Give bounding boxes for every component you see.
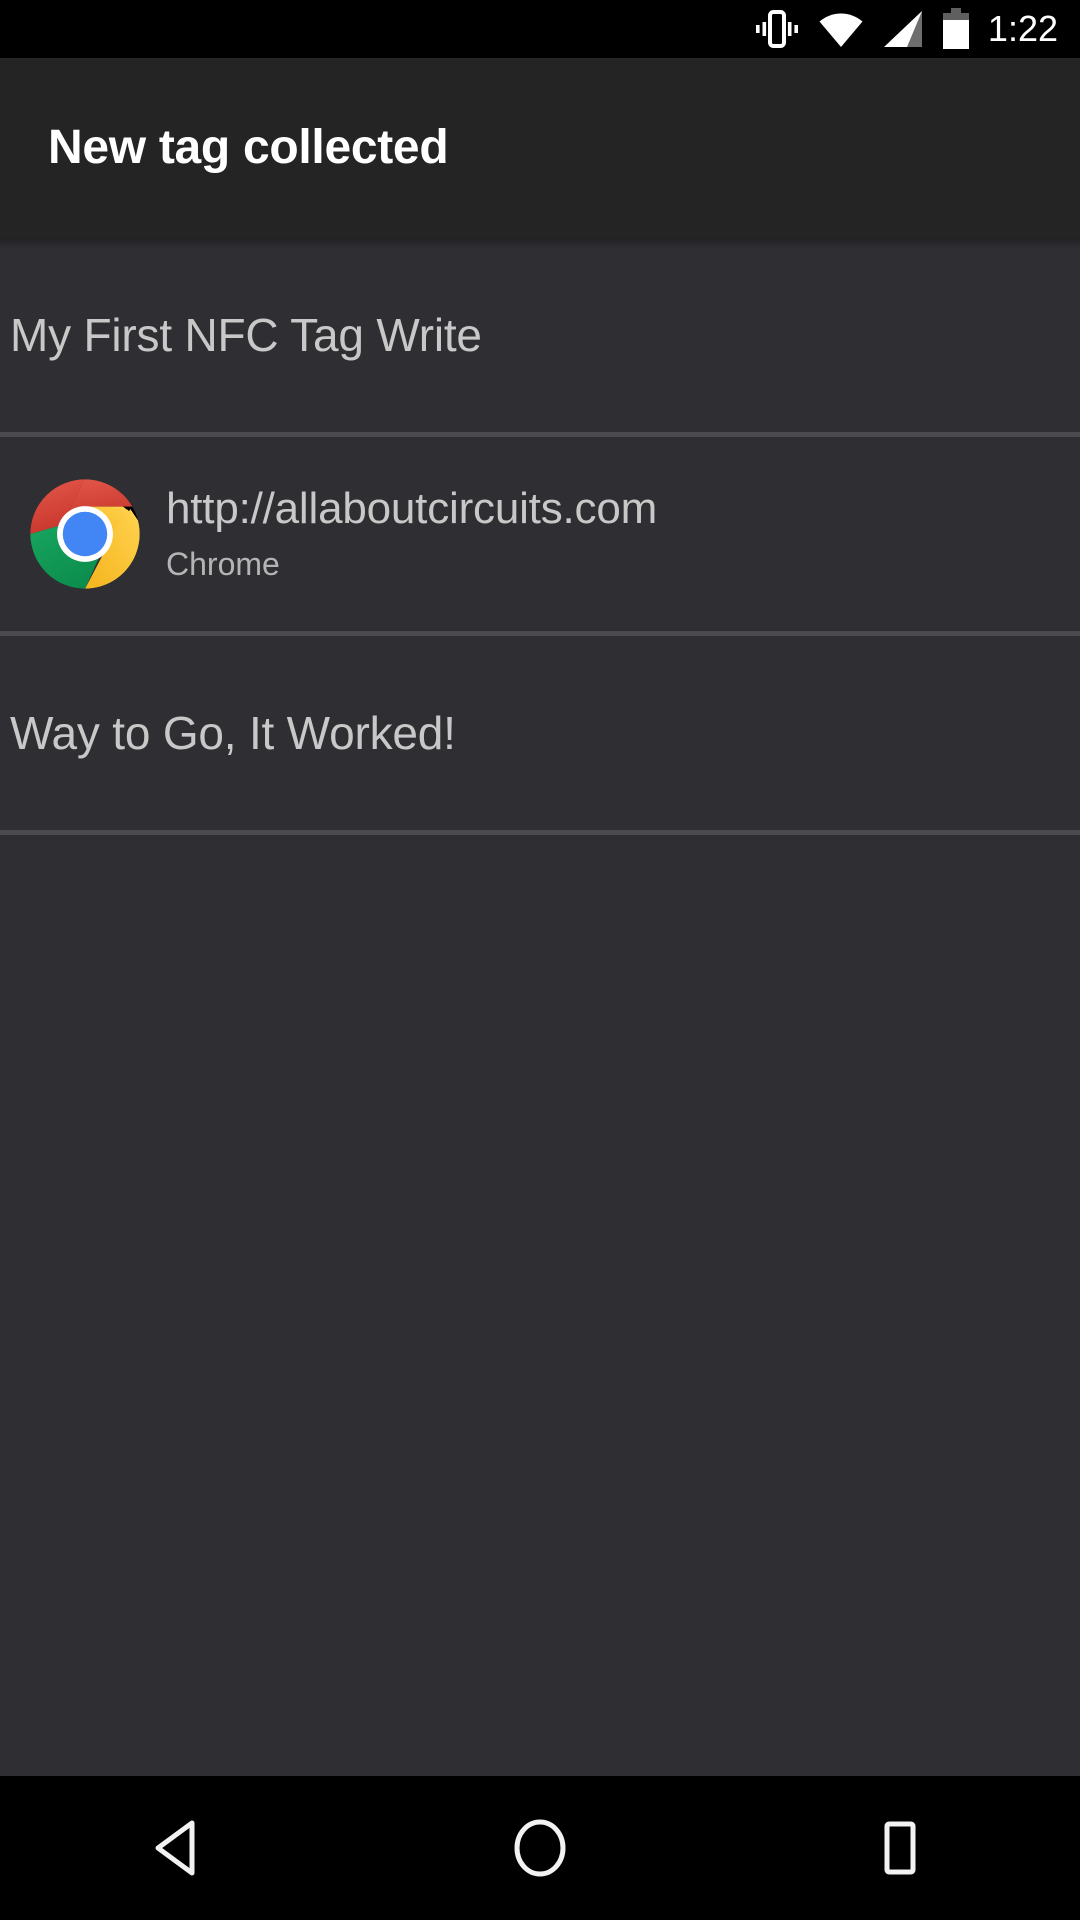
- navigation-bar: [0, 1776, 1080, 1920]
- page-title: New tag collected: [48, 121, 449, 174]
- list-item[interactable]: http://allaboutcircuits.com Chrome: [0, 437, 1080, 631]
- ndef-record-list[interactable]: My First NFC Tag Write http://allaboutci…: [0, 238, 1080, 1776]
- status-bar: 1:22: [0, 0, 1080, 58]
- back-triangle-icon: [155, 1820, 195, 1876]
- cellular-signal-icon: [883, 11, 922, 47]
- nav-recents-button[interactable]: [720, 1776, 1080, 1920]
- nav-home-button[interactable]: [360, 1776, 720, 1920]
- wifi-icon: [819, 13, 863, 48]
- chrome-icon: [28, 477, 142, 591]
- status-bar-clock: 1:22: [987, 8, 1058, 49]
- record-subtitle: Chrome: [166, 546, 280, 582]
- android-screen: 1:22 New tag collected My First NFC Tag …: [0, 0, 1080, 1920]
- list-item[interactable]: My First NFC Tag Write: [0, 238, 1080, 432]
- action-bar: New tag collected: [0, 58, 1080, 238]
- record-title: My First NFC Tag Write: [10, 309, 482, 361]
- list-item[interactable]: Way to Go, It Worked!: [0, 636, 1080, 830]
- list-divider: [0, 830, 1080, 835]
- vibrate-icon: [755, 10, 798, 48]
- recents-square-icon: [884, 1821, 916, 1875]
- record-title: Way to Go, It Worked!: [10, 707, 456, 759]
- home-circle-icon: [514, 1819, 566, 1877]
- battery-icon: [942, 8, 969, 49]
- record-title: http://allaboutcircuits.com: [166, 484, 658, 533]
- nav-back-button[interactable]: [0, 1776, 360, 1920]
